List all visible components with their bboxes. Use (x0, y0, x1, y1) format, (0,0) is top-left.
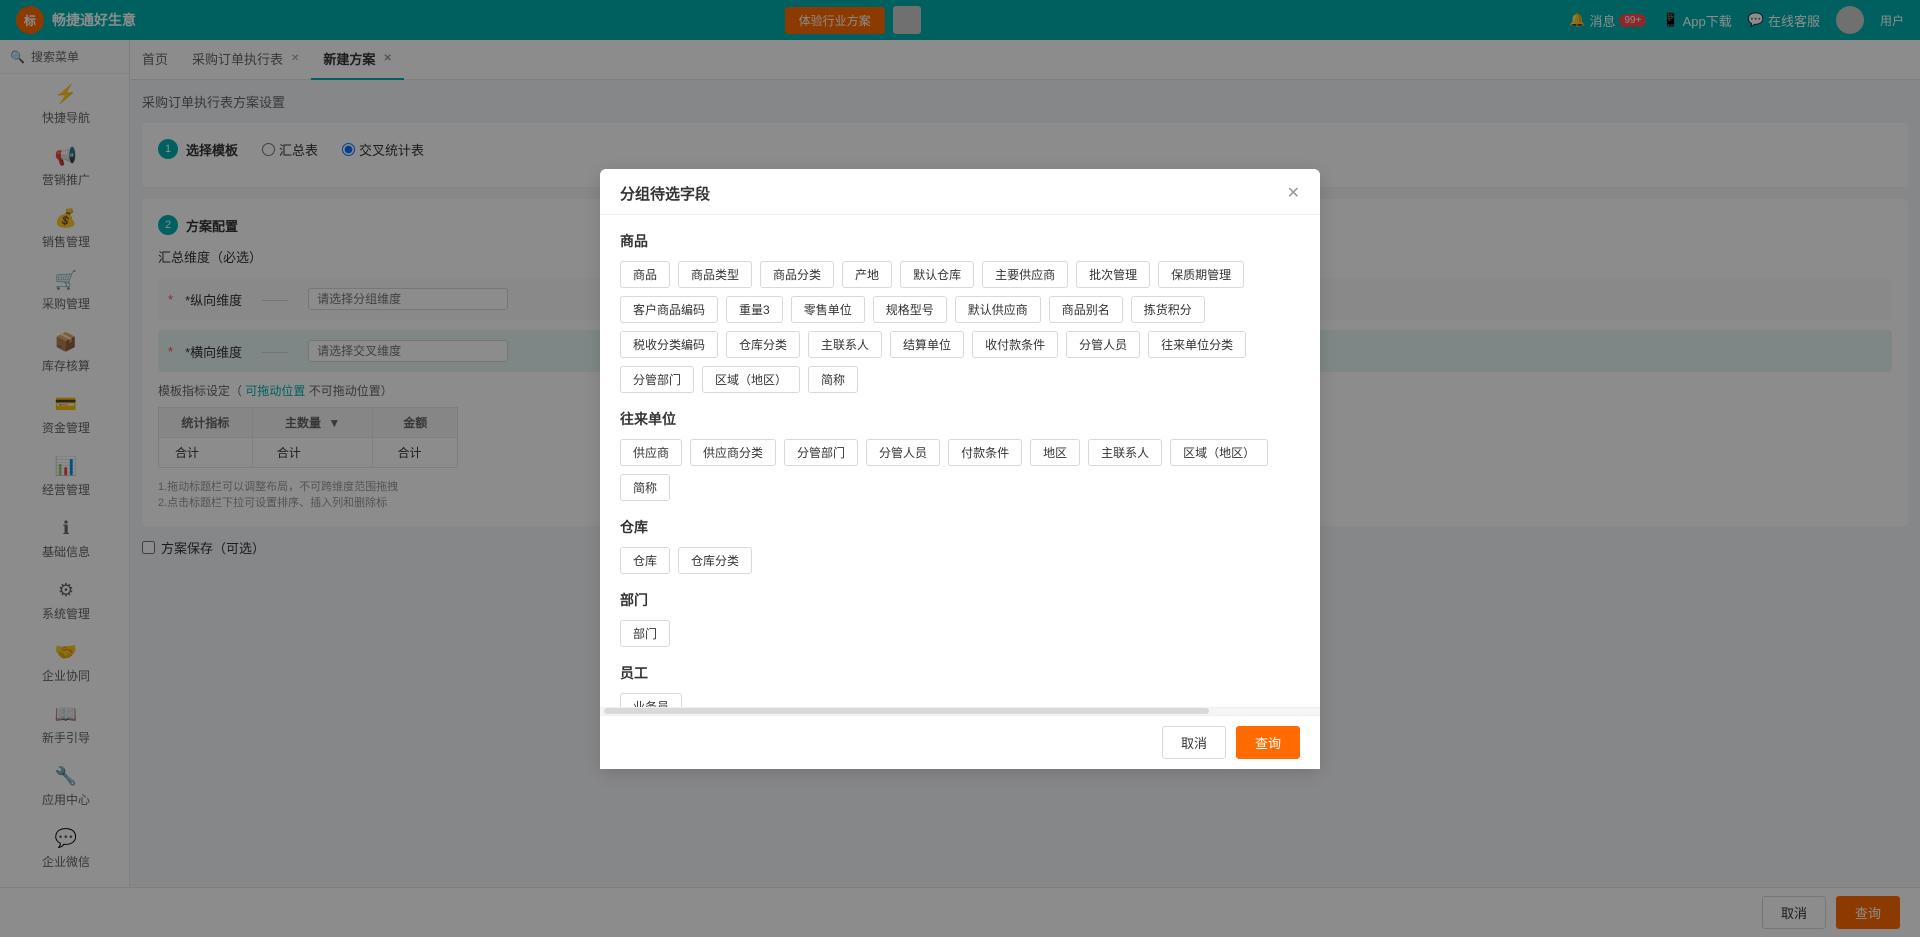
field-tag[interactable]: 仓库分类 (726, 331, 800, 358)
field-tag[interactable]: 保质期管理 (1158, 261, 1244, 288)
group-title-warehouse: 仓库 (620, 517, 1300, 537)
field-tag[interactable]: 产地 (842, 261, 892, 288)
modal-footer: 取消 查询 (600, 715, 1320, 769)
field-tag[interactable]: 简称 (620, 474, 670, 501)
modal-title: 分组待选字段 (620, 183, 710, 204)
modal-cancel-btn[interactable]: 取消 (1162, 726, 1226, 759)
group-title-product: 商品 (620, 231, 1300, 251)
modal-hscrollbar (600, 707, 1320, 715)
field-tag[interactable]: 简称 (808, 366, 858, 393)
field-tag[interactable]: 地区 (1030, 439, 1080, 466)
hscrollbar-thumb[interactable] (604, 708, 1209, 714)
modal-body: 商品 商品 商品类型 商品分类 产地 默认仓库 主要供应商 批次管理 保质期管理… (600, 215, 1320, 707)
field-tag[interactable]: 分管人员 (1066, 331, 1140, 358)
field-tag[interactable]: 供应商 (620, 439, 682, 466)
field-tag[interactable]: 往来单位分类 (1148, 331, 1246, 358)
modal-close-icon[interactable]: ✕ (1287, 183, 1300, 203)
modal-header: 分组待选字段 ✕ (600, 169, 1320, 215)
group-title-staff: 员工 (620, 663, 1300, 683)
group-title-partner: 往来单位 (620, 409, 1300, 429)
field-tag[interactable]: 规格型号 (873, 296, 947, 323)
field-tag[interactable]: 分管部门 (620, 366, 694, 393)
field-tag[interactable]: 分管人员 (866, 439, 940, 466)
field-tag[interactable]: 区域（地区） (1170, 439, 1268, 466)
field-tag[interactable]: 付款条件 (948, 439, 1022, 466)
field-tag[interactable]: 部门 (620, 620, 670, 647)
field-tag[interactable]: 拣货积分 (1131, 296, 1205, 323)
modal-overlay[interactable]: 分组待选字段 ✕ 商品 商品 商品类型 商品分类 产地 默认仓库 主要供应商 批… (0, 0, 1920, 937)
field-tag[interactable]: 客户商品编码 (620, 296, 718, 323)
field-tag[interactable]: 结算单位 (890, 331, 964, 358)
field-tag[interactable]: 商品 (620, 261, 670, 288)
group-fields-partner: 供应商 供应商分类 分管部门 分管人员 付款条件 地区 主联系人 区域（地区） … (620, 439, 1300, 501)
field-tag[interactable]: 供应商分类 (690, 439, 776, 466)
field-tag[interactable]: 批次管理 (1076, 261, 1150, 288)
field-tag[interactable]: 主联系人 (808, 331, 882, 358)
field-tag[interactable]: 零售单位 (791, 296, 865, 323)
group-fields-product: 商品 商品类型 商品分类 产地 默认仓库 主要供应商 批次管理 保质期管理 客户… (620, 261, 1300, 393)
field-tag[interactable]: 分管部门 (784, 439, 858, 466)
field-tag[interactable]: 主要供应商 (982, 261, 1068, 288)
group-fields-warehouse: 仓库 仓库分类 (620, 547, 1300, 574)
field-tag[interactable]: 商品分类 (760, 261, 834, 288)
field-tag[interactable]: 重量3 (726, 296, 783, 323)
field-tag[interactable]: 默认仓库 (900, 261, 974, 288)
field-tag[interactable]: 商品别名 (1049, 296, 1123, 323)
field-tag[interactable]: 业务员 (620, 693, 682, 707)
field-tag[interactable]: 商品类型 (678, 261, 752, 288)
group-fields-dept: 部门 (620, 620, 1300, 647)
group-title-dept: 部门 (620, 590, 1300, 610)
field-tag[interactable]: 税收分类编码 (620, 331, 718, 358)
field-tag[interactable]: 区域（地区） (702, 366, 800, 393)
field-tag[interactable]: 仓库 (620, 547, 670, 574)
field-tag[interactable]: 主联系人 (1088, 439, 1162, 466)
field-select-modal: 分组待选字段 ✕ 商品 商品 商品类型 商品分类 产地 默认仓库 主要供应商 批… (600, 169, 1320, 769)
field-tag[interactable]: 仓库分类 (678, 547, 752, 574)
field-tag[interactable]: 收付款条件 (972, 331, 1058, 358)
group-fields-staff: 业务员 (620, 693, 1300, 707)
modal-confirm-btn[interactable]: 查询 (1236, 726, 1300, 759)
field-tag[interactable]: 默认供应商 (955, 296, 1041, 323)
